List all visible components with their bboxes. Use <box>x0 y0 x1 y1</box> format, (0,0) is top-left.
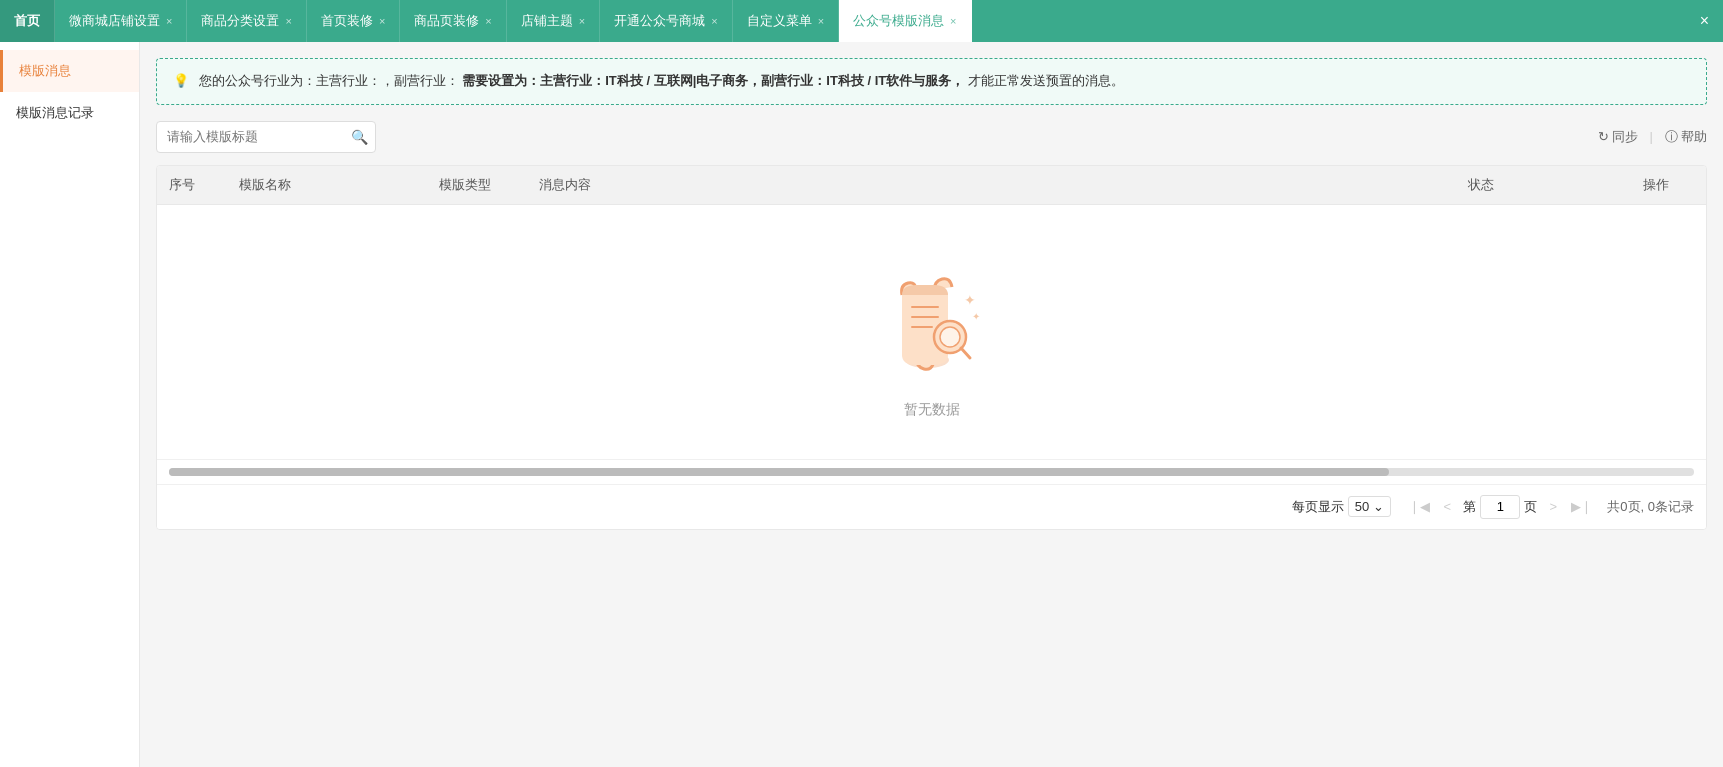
toolbar-right: ↻ 同步 | ⓘ 帮助 <box>1598 128 1707 146</box>
empty-state: ✦ ✦ 暂无数据 <box>157 205 1706 459</box>
nav-tab-custommenu-label: 自定义菜单 <box>747 12 812 30</box>
page-size-value: 50 <box>1355 499 1369 514</box>
prev-page-button[interactable]: < <box>1435 495 1459 519</box>
global-close-button[interactable]: × <box>1686 12 1723 30</box>
nav-tab-openstore-label: 开通公众号商城 <box>614 12 705 30</box>
nav-tab-product-label: 商品页装修 <box>414 12 479 30</box>
empty-icon: ✦ ✦ <box>872 265 992 385</box>
svg-point-5 <box>940 327 960 347</box>
notice-highlight: 需要设置为：主营行业：IT科技 / 互联网|电子商务，副营行业：IT科技 / I… <box>462 73 964 88</box>
empty-text: 暂无数据 <box>904 401 960 419</box>
nav-tab-wshop-close[interactable]: × <box>166 15 172 27</box>
nav-tab-home-label: 首页 <box>14 12 40 30</box>
col-header-action: 操作 <box>1606 166 1706 204</box>
nav-tab-category[interactable]: 商品分类设置 × <box>187 0 306 42</box>
nav-tab-wshop-label: 微商城店铺设置 <box>69 12 160 30</box>
nav-tab-custommenu[interactable]: 自定义菜单 × <box>733 0 839 42</box>
help-button[interactable]: ⓘ 帮助 <box>1665 128 1707 146</box>
nav-tab-homepage-close[interactable]: × <box>379 15 385 27</box>
svg-line-6 <box>961 348 970 358</box>
search-input-wrap: 🔍 <box>156 121 376 153</box>
nav-tab-templatemsg[interactable]: 公众号模版消息 × <box>839 0 971 42</box>
sidebar: 模版消息 模版消息记录 <box>0 42 140 767</box>
sidebar-item-template-record-label: 模版消息记录 <box>16 105 94 120</box>
nav-tab-product[interactable]: 商品页装修 × <box>400 0 506 42</box>
nav-tab-templatemsg-close[interactable]: × <box>950 15 956 27</box>
page-size-label: 每页显示 <box>1292 498 1344 516</box>
notice-suffix: 才能正常发送预置的消息。 <box>968 73 1124 88</box>
scroll-bar-area <box>157 459 1706 484</box>
page-nav: ❘◀ < 第 页 > ▶❘ <box>1407 495 1593 519</box>
main-layout: 模版消息 模版消息记录 💡 您的公众号行业为：主营行业：，副营行业： 需要设置为… <box>0 42 1723 767</box>
sidebar-item-template-label: 模版消息 <box>19 63 71 78</box>
pagination: 每页显示 50 ⌄ ❘◀ < 第 页 > ▶❘ 共0页, 0条记录 <box>157 484 1706 529</box>
nav-tab-homepage[interactable]: 首页装修 × <box>307 0 400 42</box>
nav-tab-custommenu-close[interactable]: × <box>818 15 824 27</box>
page-size-dropdown[interactable]: 50 ⌄ <box>1348 496 1391 517</box>
nav-tab-category-close[interactable]: × <box>285 15 291 27</box>
nav-tab-templatemsg-label: 公众号模版消息 <box>853 12 944 30</box>
last-page-button[interactable]: ▶❘ <box>1569 495 1593 519</box>
next-page-button[interactable]: > <box>1541 495 1565 519</box>
nav-tab-theme[interactable]: 店铺主题 × <box>507 0 600 42</box>
help-icon: ⓘ <box>1665 128 1678 146</box>
col-header-seq: 序号 <box>157 166 227 204</box>
nav-tab-category-label: 商品分类设置 <box>201 12 279 30</box>
col-header-name: 模版名称 <box>227 166 427 204</box>
nav-tab-openstore[interactable]: 开通公众号商城 × <box>600 0 732 42</box>
data-table: 序号 模版名称 模版类型 消息内容 状态 操作 <box>156 165 1707 530</box>
sidebar-item-template[interactable]: 模版消息 <box>0 50 139 92</box>
search-icon[interactable]: 🔍 <box>351 129 368 145</box>
content-area: 💡 您的公众号行业为：主营行业：，副营行业： 需要设置为：主营行业：IT科技 /… <box>140 42 1723 767</box>
nav-tab-wshop[interactable]: 微商城店铺设置 × <box>55 0 187 42</box>
nav-tab-openstore-close[interactable]: × <box>711 15 717 27</box>
sync-button[interactable]: ↻ 同步 <box>1598 128 1638 146</box>
first-page-button[interactable]: ❘◀ <box>1407 495 1431 519</box>
sync-icon: ↻ <box>1598 129 1609 144</box>
table-header: 序号 模版名称 模版类型 消息内容 状态 操作 <box>157 166 1706 205</box>
sync-label: 同步 <box>1612 128 1638 146</box>
col-header-status: 状态 <box>1456 166 1606 204</box>
search-input[interactable] <box>156 121 376 153</box>
total-info: 共0页, 0条记录 <box>1607 498 1694 516</box>
help-label: 帮助 <box>1681 128 1707 146</box>
svg-text:✦: ✦ <box>972 311 980 322</box>
page-size-select: 每页显示 50 ⌄ <box>1292 496 1391 517</box>
nav-tab-homepage-label: 首页装修 <box>321 12 373 30</box>
col-header-content: 消息内容 <box>527 166 1456 204</box>
page-suffix: 页 <box>1524 498 1537 516</box>
sidebar-item-template-record[interactable]: 模版消息记录 <box>0 92 139 134</box>
nav-tab-product-close[interactable]: × <box>485 15 491 27</box>
bulb-icon: 💡 <box>173 73 189 88</box>
nav-tab-theme-label: 店铺主题 <box>521 12 573 30</box>
fake-scrollbar[interactable] <box>169 468 1694 476</box>
nav-tab-home[interactable]: 首页 <box>0 0 55 42</box>
top-nav: 首页 微商城店铺设置 × 商品分类设置 × 首页装修 × 商品页装修 × 店铺主… <box>0 0 1723 42</box>
scrollbar-thumb <box>169 468 1389 476</box>
page-label: 第 <box>1463 498 1476 516</box>
dropdown-icon: ⌄ <box>1373 499 1384 514</box>
nav-tab-theme-close[interactable]: × <box>579 15 585 27</box>
notice-box: 💡 您的公众号行业为：主营行业：，副营行业： 需要设置为：主营行业：IT科技 /… <box>156 58 1707 105</box>
col-header-type: 模版类型 <box>427 166 527 204</box>
svg-text:✦: ✦ <box>964 292 976 308</box>
notice-prefix: 您的公众号行业为：主营行业：，副营行业： <box>199 73 459 88</box>
page-input[interactable] <box>1480 495 1520 519</box>
search-bar: 🔍 ↻ 同步 | ⓘ 帮助 <box>156 121 1707 153</box>
divider: | <box>1650 129 1653 144</box>
